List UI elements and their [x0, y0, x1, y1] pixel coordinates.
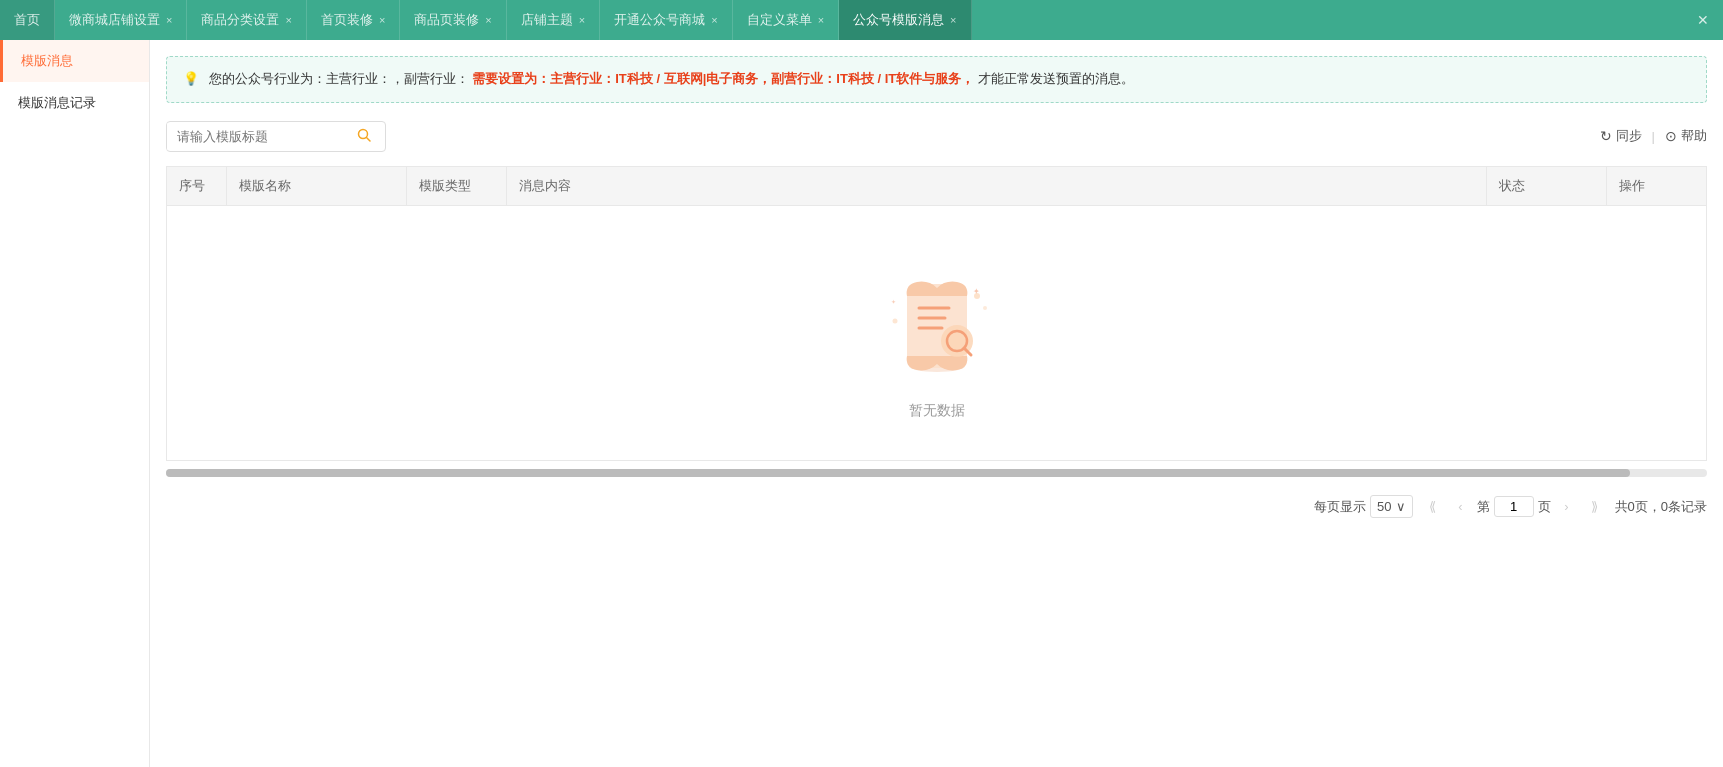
- nav-tab-category[interactable]: 商品分类设置 ×: [187, 0, 306, 40]
- nav-tab-category-close[interactable]: ×: [285, 14, 291, 26]
- nav-tab-product-decor[interactable]: 商品页装修 ×: [400, 0, 506, 40]
- nav-tab-theme-close[interactable]: ×: [579, 14, 585, 26]
- chevron-down-icon: ∨: [1396, 499, 1406, 514]
- next-page-button[interactable]: ›: [1555, 495, 1579, 519]
- scroll-thumb[interactable]: [166, 469, 1630, 477]
- nav-tab-shop-settings-close[interactable]: ×: [166, 14, 172, 26]
- nav-tab-home[interactable]: 首页: [0, 0, 55, 40]
- prev-page-button[interactable]: ‹: [1449, 495, 1473, 519]
- pagination-controls: ⟪ ‹ 第 页 › ⟫: [1421, 495, 1607, 519]
- col-header-index: 序号: [167, 166, 227, 205]
- nav-tab-theme-label: 店铺主题: [521, 11, 573, 29]
- content-area: 💡 您的公众号行业为：主营行业：，副营行业： 需要设置为：主营行业：IT科技 /…: [150, 40, 1723, 767]
- alert-prefix: 您的公众号行业为：主营行业：，副营行业：: [209, 71, 469, 86]
- sidebar: 模版消息 模版消息记录: [0, 40, 150, 767]
- page-label-pre: 第: [1477, 498, 1490, 516]
- nav-tab-product-decor-close[interactable]: ×: [485, 14, 491, 26]
- first-page-button[interactable]: ⟪: [1421, 495, 1445, 519]
- nav-tab-shop-settings[interactable]: 微商城店铺设置 ×: [55, 0, 187, 40]
- empty-state: ✦ ✦ 暂无数据: [167, 206, 1706, 460]
- nav-tab-open-mall-close[interactable]: ×: [711, 14, 717, 26]
- alert-icon: 💡: [183, 71, 199, 86]
- col-header-status: 状态: [1487, 166, 1607, 205]
- last-page-button[interactable]: ⟫: [1583, 495, 1607, 519]
- sync-icon: ↻: [1600, 128, 1612, 144]
- current-page-wrapper: 第 页: [1477, 496, 1551, 517]
- nav-tab-custom-menu[interactable]: 自定义菜单 ×: [733, 0, 839, 40]
- page-size-value: 50: [1377, 499, 1391, 514]
- search-button[interactable]: [347, 122, 381, 151]
- help-icon: ⊙: [1665, 128, 1677, 144]
- col-header-content: 消息内容: [507, 166, 1487, 205]
- search-input[interactable]: [167, 123, 347, 150]
- sidebar-item-template-msg-record-label: 模版消息记录: [18, 95, 96, 110]
- table-header-row: 序号 模版名称 模版类型 消息内容 状态 操作: [167, 166, 1707, 205]
- svg-point-11: [892, 318, 897, 323]
- empty-icon: ✦ ✦: [877, 266, 997, 386]
- pagination-area: 每页显示 50 ∨ ⟪ ‹ 第 页 › ⟫ 共0页，0条记录: [166, 487, 1707, 527]
- horizontal-scrollbar[interactable]: [166, 469, 1707, 477]
- top-nav: 首页 微商城店铺设置 × 商品分类设置 × 首页装修 × 商品页装修 × 店铺主…: [0, 0, 1723, 40]
- nav-tab-template-msg-label: 公众号模版消息: [853, 11, 944, 29]
- sidebar-item-template-msg[interactable]: 模版消息: [0, 40, 149, 82]
- svg-line-1: [367, 137, 371, 141]
- nav-tab-custom-menu-label: 自定义菜单: [747, 11, 812, 29]
- sidebar-item-template-msg-label: 模版消息: [21, 53, 73, 68]
- nav-tab-template-msg[interactable]: 公众号模版消息 ×: [839, 0, 971, 40]
- svg-text:✦: ✦: [891, 299, 896, 305]
- nav-tab-custom-menu-close[interactable]: ×: [818, 14, 824, 26]
- help-label: 帮助: [1681, 127, 1707, 145]
- nav-tab-category-label: 商品分类设置: [201, 11, 279, 29]
- alert-highlight: 需要设置为：主营行业：IT科技 / 互联网|电子商务，副营行业：IT科技 / I…: [472, 71, 974, 86]
- col-header-action: 操作: [1607, 166, 1707, 205]
- nav-tab-theme[interactable]: 店铺主题 ×: [507, 0, 600, 40]
- sync-button[interactable]: ↻ 同步: [1600, 127, 1642, 145]
- template-table: 序号 模版名称 模版类型 消息内容 状态 操作: [166, 166, 1707, 461]
- nav-tab-home-decor-label: 首页装修: [321, 11, 373, 29]
- page-size-selector: 每页显示 50 ∨: [1314, 495, 1412, 518]
- action-divider: |: [1652, 129, 1655, 144]
- svg-point-10: [983, 306, 987, 310]
- close-all-button[interactable]: ✕: [1683, 12, 1723, 28]
- sync-label: 同步: [1616, 127, 1642, 145]
- nav-tab-home-decor-close[interactable]: ×: [379, 14, 385, 26]
- page-size-prefix: 每页显示: [1314, 498, 1366, 516]
- table-empty-row: ✦ ✦ 暂无数据: [167, 205, 1707, 460]
- col-header-name: 模版名称: [227, 166, 407, 205]
- sidebar-item-template-msg-record[interactable]: 模版消息记录: [0, 82, 149, 124]
- empty-text: 暂无数据: [909, 402, 965, 420]
- svg-text:✦: ✦: [973, 287, 980, 296]
- search-input-wrapper: [166, 121, 386, 152]
- total-info: 共0页，0条记录: [1615, 498, 1707, 516]
- search-right-actions: ↻ 同步 | ⊙ 帮助: [1600, 127, 1707, 145]
- nav-tab-open-mall-label: 开通公众号商城: [614, 11, 705, 29]
- industry-alert: 💡 您的公众号行业为：主营行业：，副营行业： 需要设置为：主营行业：IT科技 /…: [166, 56, 1707, 103]
- nav-tab-product-decor-label: 商品页装修: [414, 11, 479, 29]
- nav-tab-shop-settings-label: 微商城店铺设置: [69, 11, 160, 29]
- current-page-input[interactable]: [1494, 496, 1534, 517]
- nav-tab-home-decor[interactable]: 首页装修 ×: [307, 0, 400, 40]
- main-layout: 模版消息 模版消息记录 💡 您的公众号行业为：主营行业：，副营行业： 需要设置为…: [0, 40, 1723, 767]
- help-button[interactable]: ⊙ 帮助: [1665, 127, 1707, 145]
- page-label-post: 页: [1538, 498, 1551, 516]
- nav-tab-open-mall[interactable]: 开通公众号商城 ×: [600, 0, 732, 40]
- col-header-type: 模版类型: [407, 166, 507, 205]
- nav-tab-template-msg-close[interactable]: ×: [950, 14, 956, 26]
- nav-tab-home-label: 首页: [14, 11, 40, 29]
- alert-suffix: 才能正常发送预置的消息。: [978, 71, 1134, 86]
- search-bar: ↻ 同步 | ⊙ 帮助: [166, 121, 1707, 152]
- page-size-select-box[interactable]: 50 ∨: [1370, 495, 1412, 518]
